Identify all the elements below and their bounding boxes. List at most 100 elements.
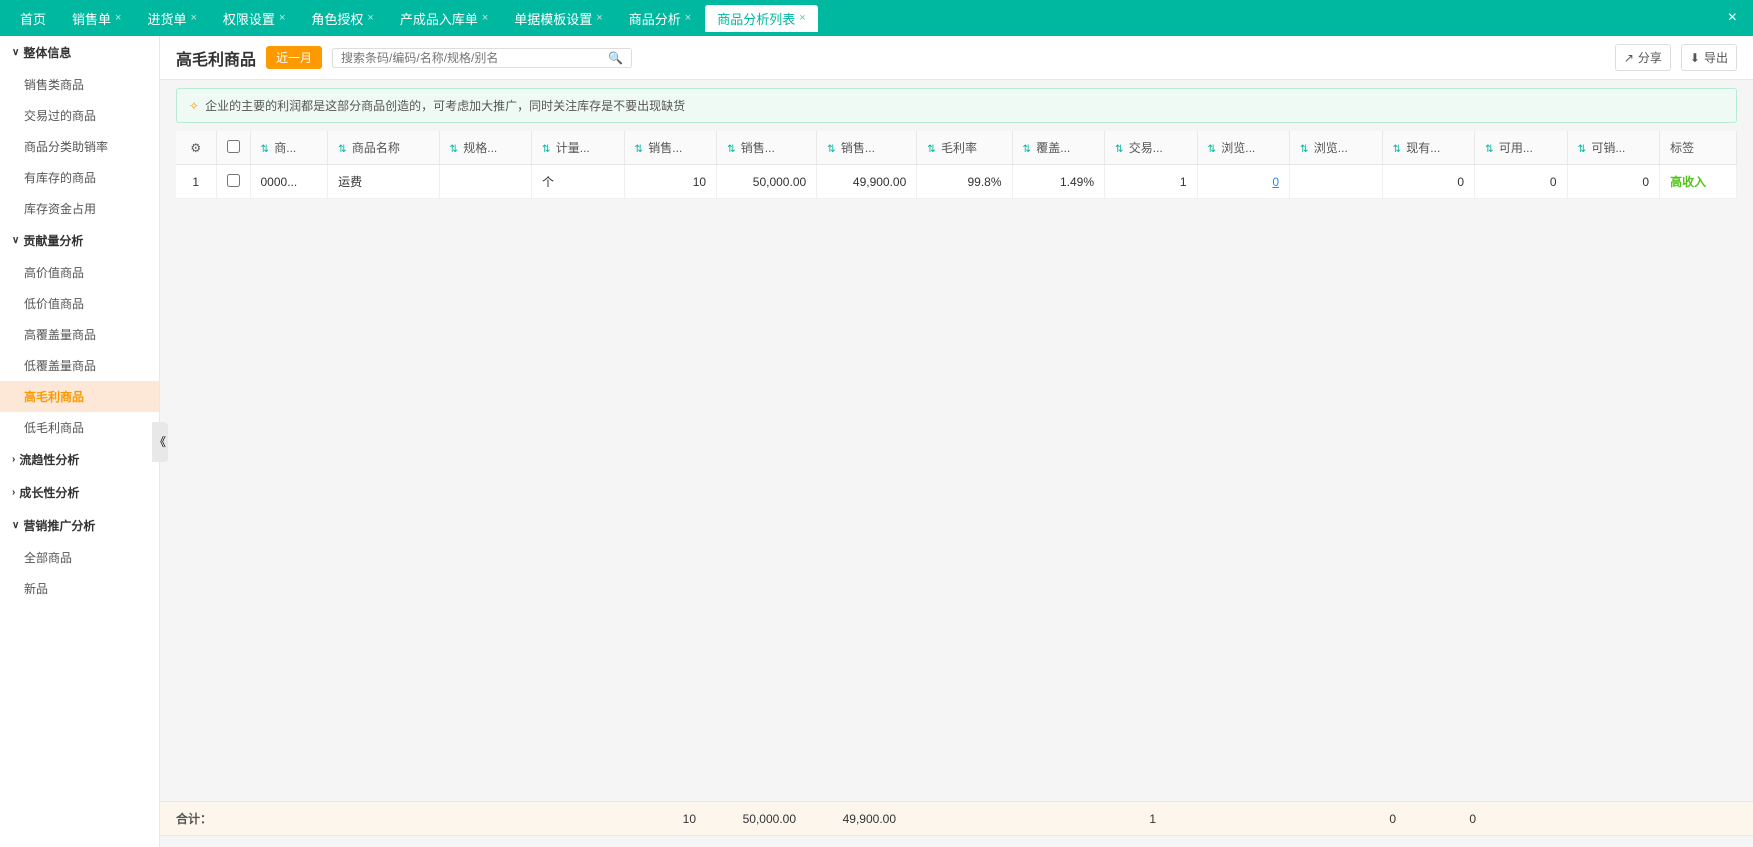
- sidebar-group-marketing[interactable]: ∨ 营销推广分析: [0, 509, 159, 542]
- sort-icon: ⇅: [338, 144, 346, 155]
- col-header-available-stock[interactable]: ⇅ 可用...: [1475, 131, 1568, 165]
- sidebar-item-traded-goods[interactable]: 交易过的商品: [0, 100, 159, 131]
- col-header-code[interactable]: ⇅ 商...: [250, 131, 328, 165]
- col-header-coverage[interactable]: ⇅ 覆盖...: [1012, 131, 1105, 165]
- footer-sales-amount: 50,000.00: [706, 812, 806, 826]
- sort-icon: ⇅: [727, 144, 735, 155]
- col-header-unit[interactable]: ⇅ 计量...: [532, 131, 625, 165]
- sidebar-collapse-button[interactable]: 《: [152, 422, 168, 462]
- cell-unit: 个: [532, 165, 625, 199]
- filter-period-button[interactable]: 近一月: [266, 46, 322, 69]
- col-header-sellable-stock[interactable]: ⇅ 可销...: [1567, 131, 1660, 165]
- sidebar-item-sales-goods[interactable]: 销售类商品: [0, 69, 159, 100]
- close-icon[interactable]: ×: [279, 12, 285, 24]
- footer-spacer5: [1246, 812, 1326, 826]
- col-header-browse2[interactable]: ⇅ 浏览...: [1290, 131, 1383, 165]
- tab-purchase[interactable]: 进货单 ×: [135, 5, 208, 32]
- sidebar-item-high-value[interactable]: 高价值商品: [0, 257, 159, 288]
- tab-permission[interactable]: 权限设置 ×: [211, 5, 297, 32]
- sidebar: ∨ 整体信息 销售类商品 交易过的商品 商品分类助销率 有库存的商品 库存资金占…: [0, 36, 160, 847]
- col-header-sales-amount[interactable]: ⇅ 销售...: [717, 131, 817, 165]
- tab-role[interactable]: 角色授权 ×: [299, 5, 385, 32]
- tab-template[interactable]: 单据模板设置 ×: [502, 5, 614, 32]
- table-row: 1 0000... 运费: [176, 165, 1737, 199]
- close-icon[interactable]: ×: [190, 12, 196, 24]
- search-icon[interactable]: 🔍: [608, 51, 623, 65]
- collapse-arrow-icon: ∨: [12, 520, 19, 531]
- col-header-name[interactable]: ⇅ 商品名称: [328, 131, 439, 165]
- cell-sellable-stock: 0: [1567, 165, 1660, 199]
- top-navigation: 首页 销售单 × 进货单 × 权限设置 × 角色授权 × 产成品入库单 × 单据…: [0, 0, 1753, 36]
- tag-badge: 高收入: [1670, 175, 1706, 189]
- col-header-seq: ⚙: [176, 131, 216, 165]
- sidebar-item-low-coverage[interactable]: 低覆盖量商品: [0, 350, 159, 381]
- close-all-button[interactable]: ×: [1720, 9, 1745, 27]
- col-header-sales-qty[interactable]: ⇅ 销售...: [624, 131, 717, 165]
- close-icon[interactable]: ×: [115, 12, 121, 24]
- sidebar-item-low-margin[interactable]: 低毛利商品: [0, 412, 159, 443]
- cell-current-stock: 0: [1382, 165, 1475, 199]
- sidebar-item-new-goods[interactable]: 新品: [0, 573, 159, 604]
- cell-spec: [439, 165, 532, 199]
- sidebar-group-contribution[interactable]: ∨ 贡献量分析: [0, 224, 159, 257]
- footer-transactions: 1: [1086, 812, 1166, 826]
- sidebar-item-stock-capital[interactable]: 库存资金占用: [0, 193, 159, 224]
- sidebar-group-overall[interactable]: ∨ 整体信息: [0, 36, 159, 69]
- sort-icon: ⇅: [927, 144, 935, 155]
- browse-link[interactable]: 0: [1272, 175, 1279, 189]
- close-icon[interactable]: ×: [482, 12, 488, 24]
- horizontal-scrollbar[interactable]: [160, 835, 1753, 847]
- settings-icon[interactable]: ⚙: [190, 141, 201, 155]
- sidebar-item-low-value[interactable]: 低价值商品: [0, 288, 159, 319]
- sort-icon: ⇅: [1485, 144, 1493, 155]
- sidebar-wrapper: ∨ 整体信息 销售类商品 交易过的商品 商品分类助销率 有库存的商品 库存资金占…: [0, 36, 160, 847]
- col-header-spec[interactable]: ⇅ 规格...: [439, 131, 532, 165]
- collapse-icon: 《: [154, 433, 166, 450]
- row-checkbox[interactable]: [227, 174, 240, 187]
- close-icon[interactable]: ×: [799, 12, 805, 24]
- cell-transactions: 1: [1105, 165, 1198, 199]
- sort-icon: ⇅: [1393, 144, 1401, 155]
- footer-label: 合计：: [176, 810, 236, 827]
- close-icon[interactable]: ×: [685, 12, 691, 24]
- sidebar-group-trend[interactable]: › 流趋性分析: [0, 443, 159, 476]
- share-button[interactable]: ↗ 分享: [1615, 44, 1671, 71]
- sidebar-item-high-coverage[interactable]: 高覆盖量商品: [0, 319, 159, 350]
- tip-text: 企业的主要的利润都是这部分商品创造的，可考虑加大推广，同时关注库存是不要出现缺货: [205, 97, 685, 114]
- tab-product-analysis[interactable]: 商品分析 ×: [617, 5, 703, 32]
- sidebar-item-all-goods[interactable]: 全部商品: [0, 542, 159, 573]
- tab-home[interactable]: 首页: [8, 5, 58, 32]
- sidebar-item-in-stock[interactable]: 有库存的商品: [0, 162, 159, 193]
- table-container: ⚙ ⇅ 商... ⇅ 商品名称: [176, 131, 1737, 801]
- content-area: 高毛利商品 近一月 🔍 ↗ 分享 ⬇ 导出 ✧ 企业的主要的利润都是这部分商品创…: [160, 36, 1753, 847]
- col-header-gross-margin[interactable]: ⇅ 毛利率: [917, 131, 1012, 165]
- sidebar-item-category-rate[interactable]: 商品分类助销率: [0, 131, 159, 162]
- page-title: 高毛利商品: [176, 46, 256, 70]
- tip-bar: ✧ 企业的主要的利润都是这部分商品创造的，可考虑加大推广，同时关注库存是不要出现…: [176, 88, 1737, 123]
- close-icon[interactable]: ×: [596, 12, 602, 24]
- close-icon[interactable]: ×: [367, 12, 373, 24]
- col-header-sales-cost[interactable]: ⇅ 销售...: [817, 131, 917, 165]
- cell-seq: 1: [176, 165, 216, 199]
- footer-current-stock: 0: [1326, 812, 1406, 826]
- search-input[interactable]: [341, 51, 604, 65]
- expand-arrow-icon: ›: [12, 454, 15, 465]
- sort-icon: ⇅: [1208, 144, 1216, 155]
- footer-available-stock: 0: [1406, 812, 1486, 826]
- export-button[interactable]: ⬇ 导出: [1681, 44, 1737, 71]
- col-header-browse1[interactable]: ⇅ 浏览...: [1197, 131, 1290, 165]
- col-header-current-stock[interactable]: ⇅ 现有...: [1382, 131, 1475, 165]
- tab-product-analysis-list[interactable]: 商品分析列表 ×: [705, 5, 817, 32]
- sidebar-item-high-margin[interactable]: 高毛利商品: [0, 381, 159, 412]
- sidebar-group-growth[interactable]: › 成长性分析: [0, 476, 159, 509]
- col-header-transactions[interactable]: ⇅ 交易...: [1105, 131, 1198, 165]
- select-all-checkbox[interactable]: [227, 140, 240, 153]
- sort-icon: ⇅: [827, 144, 835, 155]
- collapse-arrow-icon: ∨: [12, 235, 19, 246]
- tab-sales[interactable]: 销售单 ×: [60, 5, 133, 32]
- cell-available-stock: 0: [1475, 165, 1568, 199]
- cell-name: 运费: [328, 165, 439, 199]
- sort-icon: ⇅: [542, 144, 550, 155]
- footer-sales-cost: 49,900.00: [806, 812, 906, 826]
- tab-product-storage[interactable]: 产成品入库单 ×: [388, 5, 500, 32]
